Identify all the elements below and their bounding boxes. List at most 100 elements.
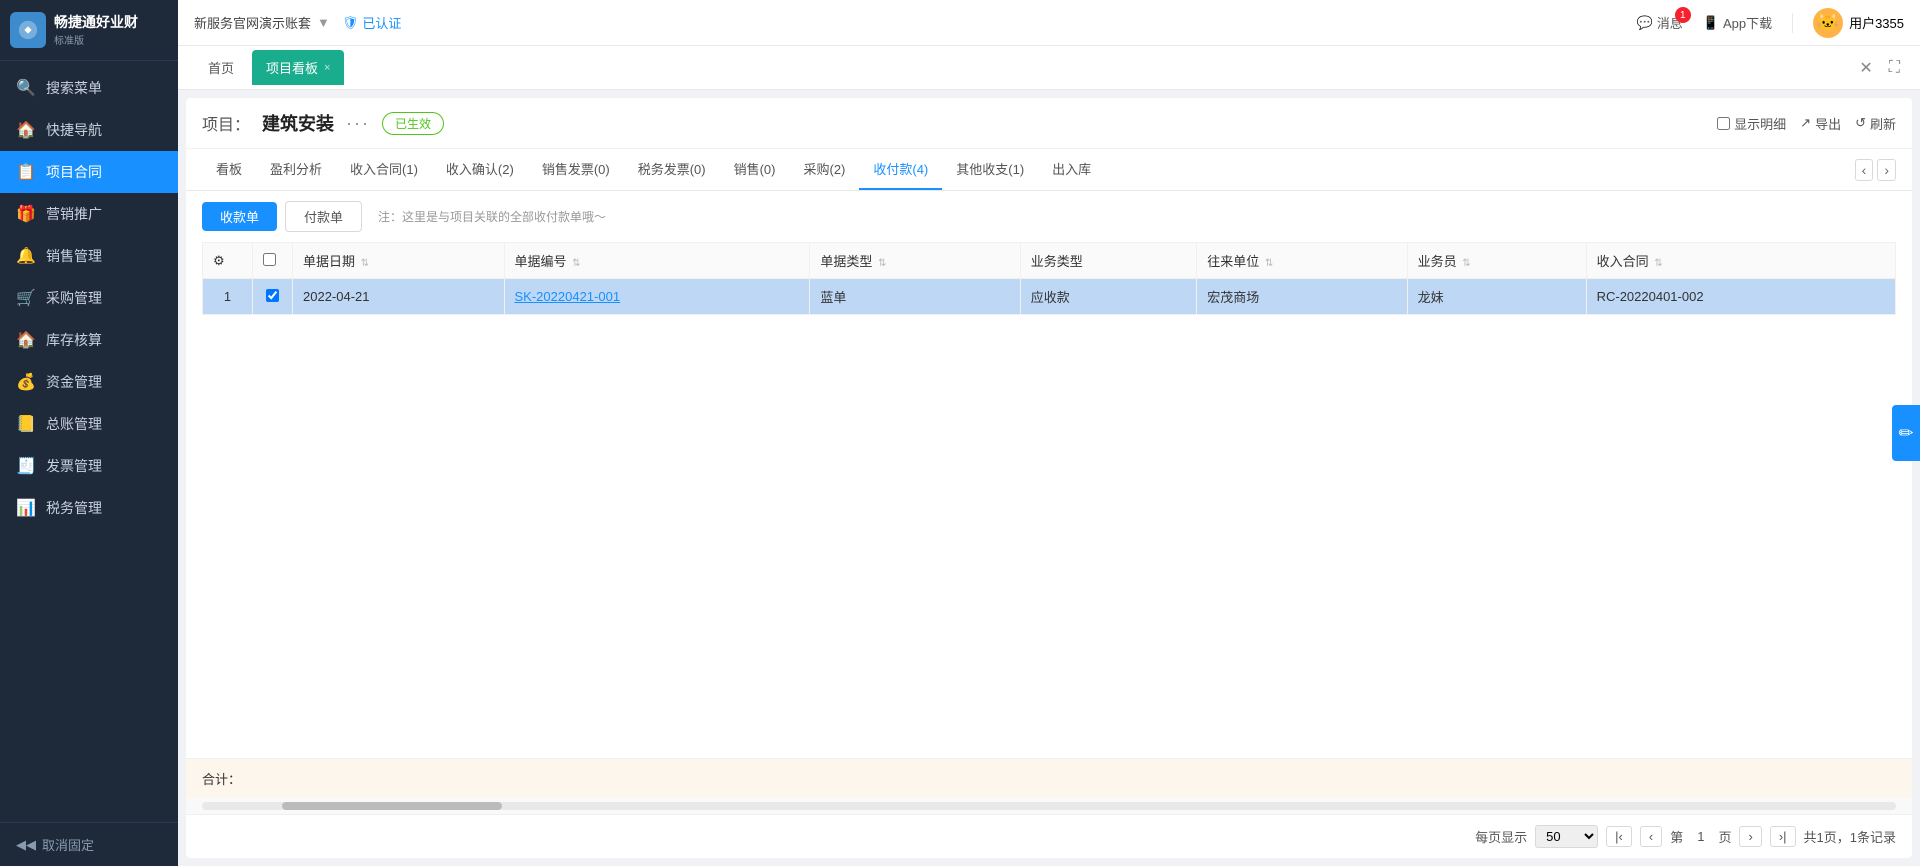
per-page-select[interactable]: 50 (1535, 825, 1598, 848)
select-all-checkbox[interactable] (263, 253, 276, 266)
sidebar-item-sales[interactable]: 🔔 销售管理 (0, 235, 178, 277)
home-nav-icon: 🏠 (16, 120, 36, 140)
app-name: 畅捷通好业财 (54, 13, 138, 31)
tab-home[interactable]: 首页 (194, 50, 248, 85)
page-prev-button[interactable]: ‹ (1640, 826, 1662, 847)
page-unit: 页 (1718, 827, 1731, 846)
page-last-button[interactable]: ›| (1770, 826, 1796, 847)
sidebar-item-label: 采购管理 (46, 288, 102, 308)
th-partner: 往来单位 ⇅ (1197, 243, 1407, 279)
sidebar-item-label: 营销推广 (46, 204, 102, 224)
sort-salesman-icon[interactable]: ⇅ (1462, 258, 1470, 269)
sub-tabs-prev-button[interactable]: ‹ (1855, 159, 1874, 181)
sub-tab-receipt[interactable]: 收付款(4) (859, 149, 942, 190)
export-button[interactable]: ↗ 导出 (1800, 114, 1841, 133)
unpin-button[interactable]: ◀◀ 取消固定 (0, 822, 178, 866)
sidebar-item-label: 发票管理 (46, 456, 102, 476)
sidebar-nav: 🔍 搜索菜单 🏠 快捷导航 📋 项目合同 🎁 营销推广 🔔 销售管理 🛒 采购管… (0, 61, 178, 822)
sub-tabs-nav: ‹ › (1855, 159, 1896, 181)
pagination: 每页显示 50 |‹ ‹ 第 1 页 › ›| 共1页，1条记录 (186, 814, 1912, 858)
row-index: 1 (203, 279, 253, 315)
row-no[interactable]: SK-20220421-001 (504, 279, 810, 315)
sidebar-item-invoice[interactable]: 🧾 发票管理 (0, 445, 178, 487)
unpin-icon: ◀◀ (16, 837, 36, 853)
sort-type-icon[interactable]: ⇅ (878, 258, 886, 269)
contract-nav-icon: 📋 (16, 162, 36, 182)
ledger-nav-icon: 📒 (16, 414, 36, 434)
sub-tab-stock-io[interactable]: 出入库 (1038, 149, 1105, 190)
row-checkbox-cell[interactable] (253, 279, 293, 315)
sidebar-item-purchase[interactable]: 🛒 采购管理 (0, 277, 178, 319)
scrollbar-track[interactable] (202, 802, 1896, 810)
th-checkbox[interactable] (253, 243, 293, 279)
message-button[interactable]: 💬 消息 1 (1637, 13, 1683, 32)
sub-tab-purchase[interactable]: 采购(2) (789, 149, 859, 190)
page-next-button[interactable]: › (1739, 826, 1761, 847)
scrollbar-thumb[interactable] (282, 802, 502, 810)
row-checkbox[interactable] (266, 289, 279, 302)
th-biz-type: 业务类型 (1020, 243, 1197, 279)
sort-date-icon[interactable]: ⇅ (361, 258, 369, 269)
th-biz-type-label: 业务类型 (1031, 254, 1083, 269)
sidebar-item-inventory[interactable]: 🏠 库存核算 (0, 319, 178, 361)
tab-project-board[interactable]: 项目看板 × (252, 50, 344, 85)
th-type: 单据类型 ⇅ (810, 243, 1020, 279)
show-detail-checkbox[interactable]: 显示明细 (1717, 114, 1786, 133)
phone-icon: 📱 (1703, 15, 1719, 31)
sub-tab-income-contract[interactable]: 收入合同(1) (336, 149, 432, 190)
th-settings[interactable]: ⚙ (203, 243, 253, 279)
th-income-contract-label: 收入合同 (1597, 254, 1649, 269)
settings-icon[interactable]: ⚙ (213, 253, 225, 268)
account-name: 新服务官网演示账套 (194, 13, 311, 32)
sub-tab-sales-invoice[interactable]: 销售发票(0) (528, 149, 624, 190)
sub-tab-other-expense[interactable]: 其他收支(1) (942, 149, 1038, 190)
sidebar-item-tax[interactable]: 📊 税务管理 (0, 487, 178, 529)
summary-label: 合计： (202, 772, 241, 787)
current-page: 1 (1691, 827, 1710, 846)
sub-tab-income-confirm[interactable]: 收入确认(2) (432, 149, 528, 190)
sidebar-item-ledger[interactable]: 📒 总账管理 (0, 403, 178, 445)
receipt-tab-button[interactable]: 收款单 (202, 202, 277, 231)
data-table: ⚙ 单据日期 ⇅ 单据编号 ⇅ (202, 242, 1896, 315)
payment-tab-button[interactable]: 付款单 (285, 201, 362, 232)
close-window-button[interactable]: ✕ (1855, 56, 1876, 80)
table-row[interactable]: 1 2022-04-21 SK-20220421-001 蓝单 应收款 宏茂商场… (203, 279, 1896, 315)
show-detail-input[interactable] (1717, 117, 1730, 130)
page-label: 第 (1670, 827, 1683, 846)
page-first-button[interactable]: |‹ (1606, 826, 1632, 847)
sub-tab-sales[interactable]: 销售(0) (720, 149, 790, 190)
float-action-button[interactable]: ✏ (1892, 405, 1920, 461)
app-download-button[interactable]: 📱 App下载 (1703, 13, 1772, 32)
horizontal-scrollbar[interactable] (186, 798, 1912, 814)
sidebar-item-search[interactable]: 🔍 搜索菜单 (0, 67, 178, 109)
sidebar-item-marketing[interactable]: 🎁 营销推广 (0, 193, 178, 235)
sort-income-contract-icon[interactable]: ⇅ (1654, 258, 1662, 269)
sidebar-item-shortcut[interactable]: 🏠 快捷导航 (0, 109, 178, 151)
th-date-label: 单据日期 (303, 254, 355, 269)
refresh-button[interactable]: ↺ 刷新 (1855, 114, 1896, 133)
app-logo (10, 12, 46, 48)
app-download-label: App下载 (1723, 13, 1772, 32)
account-selector[interactable]: 新服务官网演示账套 ▼ (194, 13, 330, 32)
sub-tab-profit[interactable]: 盈利分析 (256, 149, 336, 190)
sort-no-icon[interactable]: ⇅ (572, 258, 580, 269)
sidebar-item-finance[interactable]: 💰 资金管理 (0, 361, 178, 403)
topbar-divider (1792, 13, 1793, 33)
sub-tab-kanban[interactable]: 看板 (202, 149, 256, 190)
message-badge: 1 (1675, 7, 1691, 23)
project-status-badge: 已生效 (382, 112, 444, 135)
sidebar-item-contract[interactable]: 📋 项目合同 (0, 151, 178, 193)
more-options-button[interactable]: ··· (346, 113, 370, 134)
maximize-window-button[interactable]: ⛶ (1885, 56, 1904, 80)
tab-close-icon[interactable]: × (324, 62, 330, 74)
sidebar-item-label: 总账管理 (46, 414, 102, 434)
sort-partner-icon[interactable]: ⇅ (1265, 258, 1273, 269)
user-menu[interactable]: 🐱 用户3355 (1813, 8, 1904, 38)
sub-tabs-next-button[interactable]: › (1877, 159, 1896, 181)
row-partner: 宏茂商场 (1197, 279, 1407, 315)
sub-tab-tax-invoice[interactable]: 税务发票(0) (624, 149, 720, 190)
summary-row: 合计： (186, 758, 1912, 798)
row-no-link[interactable]: SK-20220421-001 (515, 289, 621, 304)
sidebar-header: 畅捷通好业财 标准版 (0, 0, 178, 61)
refresh-icon: ↺ (1855, 115, 1866, 131)
